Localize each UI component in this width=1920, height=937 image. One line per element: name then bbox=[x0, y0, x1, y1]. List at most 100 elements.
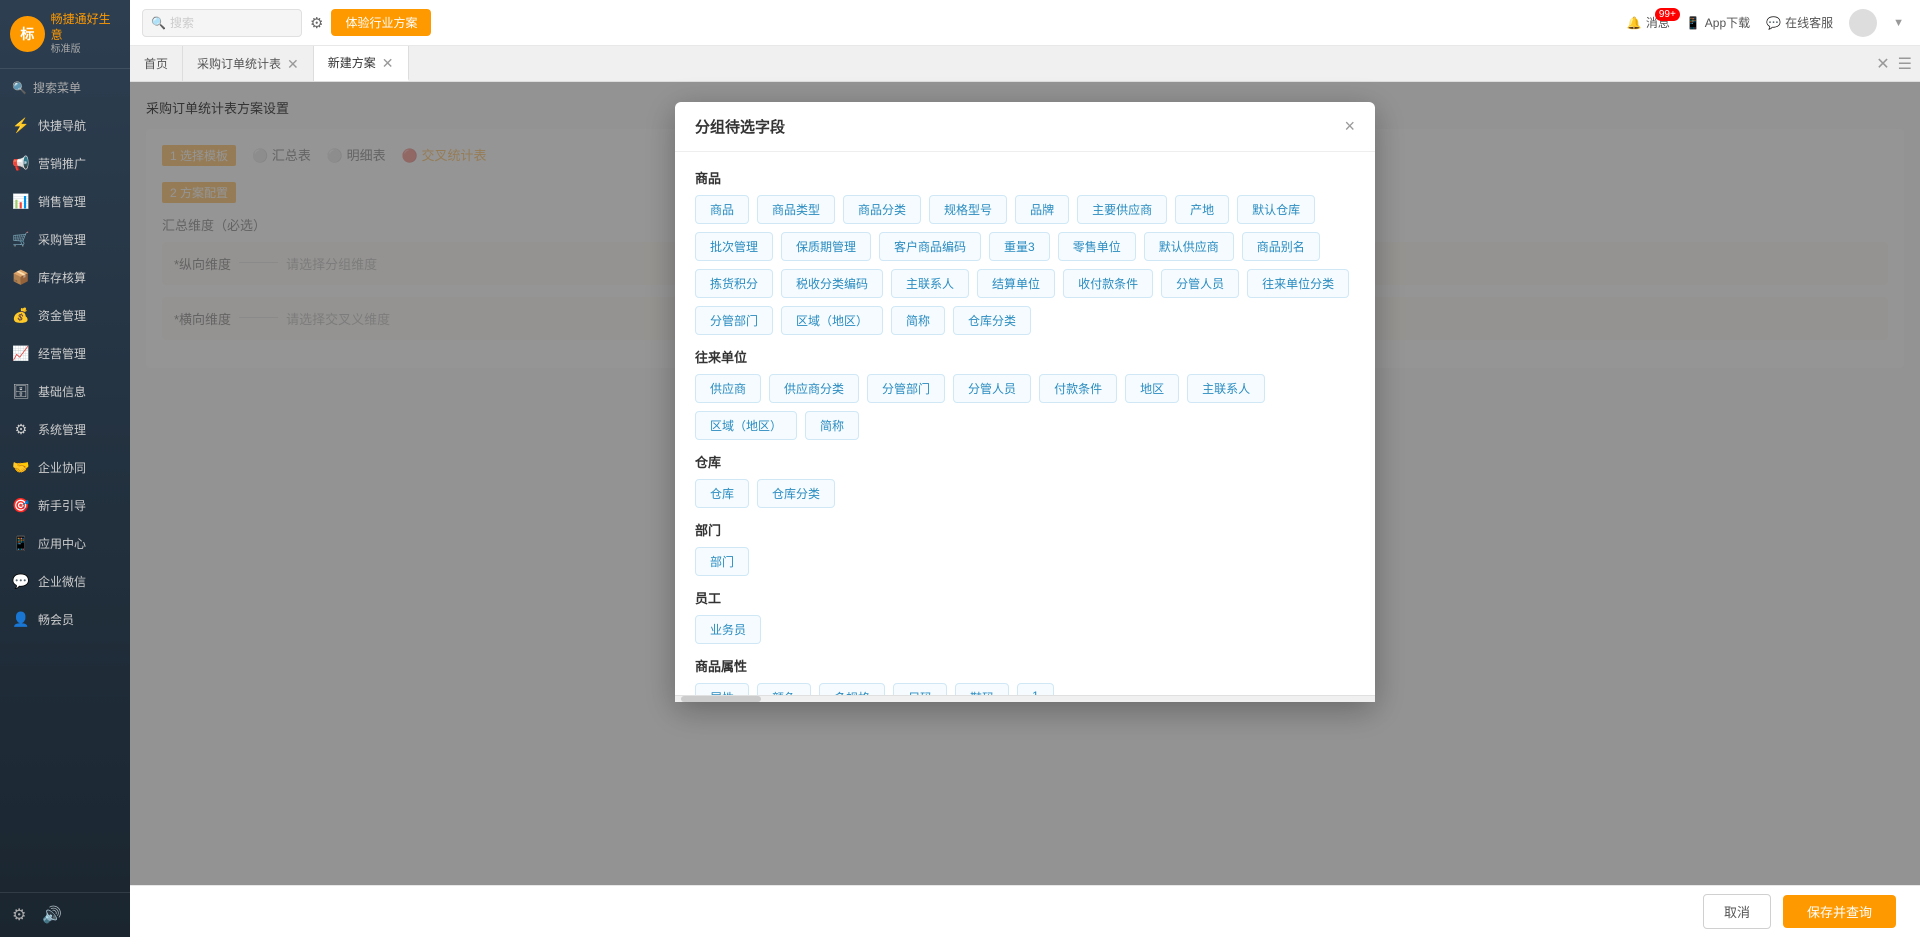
chevron-down-icon[interactable]: ▼ bbox=[1893, 17, 1904, 29]
sidebar-item-quick-nav[interactable]: ⚡快捷导航 bbox=[0, 106, 130, 144]
scrollbar-thumb[interactable] bbox=[681, 696, 761, 702]
tab-close-new-plan[interactable]: ✕ bbox=[382, 56, 394, 70]
field-chip-goods-0[interactable]: 商品 bbox=[695, 195, 749, 224]
field-grid-warehouse: 仓库仓库分类 bbox=[695, 479, 1355, 508]
field-chip-goods-21[interactable]: 往来单位分类 bbox=[1247, 269, 1349, 298]
volume-icon[interactable]: 🔊 bbox=[42, 905, 62, 925]
field-chip-warehouse-0[interactable]: 仓库 bbox=[695, 479, 749, 508]
field-chip-goods-4[interactable]: 品牌 bbox=[1015, 195, 1069, 224]
sidebar-item-marketing[interactable]: 📢营销推广 bbox=[0, 144, 130, 182]
field-chip-contacts-7[interactable]: 区域（地区） bbox=[695, 411, 797, 440]
field-chip-goods-6[interactable]: 产地 bbox=[1175, 195, 1229, 224]
sidebar-item-label: 销售管理 bbox=[38, 193, 86, 210]
field-chip-goods-14[interactable]: 商品别名 bbox=[1242, 232, 1320, 261]
field-chip-product-attr-5[interactable]: 1 bbox=[1017, 683, 1054, 695]
field-chip-goods-13[interactable]: 默认供应商 bbox=[1144, 232, 1234, 261]
field-chip-product-attr-0[interactable]: 属性 bbox=[695, 683, 749, 695]
sidebar-item-operations[interactable]: 📈经营管理 bbox=[0, 334, 130, 372]
field-chip-contacts-5[interactable]: 地区 bbox=[1125, 374, 1179, 403]
sidebar-item-corp-collab[interactable]: 🤝 企业协同 bbox=[0, 448, 130, 486]
field-chip-goods-3[interactable]: 规格型号 bbox=[929, 195, 1007, 224]
field-chip-product-attr-1[interactable]: 颜色 bbox=[757, 683, 811, 695]
modal-body[interactable]: 商品商品商品类型商品分类规格型号品牌主要供应商产地默认仓库批次管理保质期管理客户… bbox=[675, 152, 1375, 695]
field-chip-goods-7[interactable]: 默认仓库 bbox=[1237, 195, 1315, 224]
tabs-menu-icon[interactable]: ☰ bbox=[1898, 54, 1912, 74]
field-chip-goods-20[interactable]: 分管人员 bbox=[1161, 269, 1239, 298]
field-chip-goods-11[interactable]: 重量3 bbox=[989, 232, 1050, 261]
field-grid-employee: 业务员 bbox=[695, 615, 1355, 644]
sidebar-item-member[interactable]: 👤畅会员 bbox=[0, 600, 130, 638]
field-chip-product-attr-2[interactable]: 多规格 bbox=[819, 683, 885, 695]
field-chip-contacts-0[interactable]: 供应商 bbox=[695, 374, 761, 403]
field-chip-goods-15[interactable]: 拣货积分 bbox=[695, 269, 773, 298]
sidebar-item-inventory[interactable]: 📦库存核算 bbox=[0, 258, 130, 296]
corp-collab-icon: 🤝 bbox=[12, 458, 30, 476]
section-title-employee: 员工 bbox=[695, 588, 1355, 607]
section-title-product-attr: 商品属性 bbox=[695, 656, 1355, 675]
sidebar-item-wechat[interactable]: 💬企业微信 bbox=[0, 562, 130, 600]
sidebar-item-purchase[interactable]: 🛒采购管理 bbox=[0, 220, 130, 258]
sidebar-item-label: 畅会员 bbox=[38, 611, 74, 628]
search-box[interactable]: 🔍 搜索 bbox=[142, 9, 302, 37]
tab-label-home: 首页 bbox=[144, 55, 168, 72]
tab-home[interactable]: 首页 bbox=[130, 46, 183, 81]
field-chip-goods-10[interactable]: 客户商品编码 bbox=[879, 232, 981, 261]
online-service-item[interactable]: 💬 在线客服 bbox=[1766, 14, 1833, 31]
sidebar-item-label: 企业协同 bbox=[38, 459, 86, 476]
field-chip-goods-17[interactable]: 主联系人 bbox=[891, 269, 969, 298]
avatar[interactable] bbox=[1849, 9, 1877, 37]
sidebar-item-new-guide[interactable]: 🎯新手引导 bbox=[0, 486, 130, 524]
field-chip-goods-25[interactable]: 仓库分类 bbox=[953, 306, 1031, 335]
field-chip-employee-0[interactable]: 业务员 bbox=[695, 615, 761, 644]
field-chip-goods-8[interactable]: 批次管理 bbox=[695, 232, 773, 261]
field-chip-goods-23[interactable]: 区域（地区） bbox=[781, 306, 883, 335]
cancel-button[interactable]: 取消 bbox=[1703, 894, 1771, 929]
sidebar-item-finance[interactable]: 💰资金管理 bbox=[0, 296, 130, 334]
field-chip-goods-22[interactable]: 分管部门 bbox=[695, 306, 773, 335]
gear-icon[interactable]: ⚙ bbox=[310, 14, 323, 32]
field-chip-goods-2[interactable]: 商品分类 bbox=[843, 195, 921, 224]
field-chip-product-attr-3[interactable]: 尺码 bbox=[893, 683, 947, 695]
field-chip-goods-16[interactable]: 税收分类编码 bbox=[781, 269, 883, 298]
notification-item[interactable]: 🔔 消息 99+ bbox=[1627, 14, 1670, 31]
tab-label-purchase-stats: 采购订单统计表 bbox=[197, 55, 281, 72]
sidebar-item-app-center[interactable]: 📱应用中心 bbox=[0, 524, 130, 562]
horizontal-scrollbar[interactable] bbox=[675, 695, 1375, 702]
save-button[interactable]: 保存并查询 bbox=[1783, 895, 1896, 928]
field-chip-contacts-4[interactable]: 付款条件 bbox=[1039, 374, 1117, 403]
field-chip-goods-5[interactable]: 主要供应商 bbox=[1077, 195, 1167, 224]
section-title-dept: 部门 bbox=[695, 520, 1355, 539]
field-chip-contacts-1[interactable]: 供应商分类 bbox=[769, 374, 859, 403]
field-chip-contacts-8[interactable]: 简称 bbox=[805, 411, 859, 440]
sidebar-item-label: 基础信息 bbox=[38, 383, 86, 400]
modal-title: 分组待选字段 bbox=[695, 116, 785, 137]
tab-close-purchase-stats[interactable]: ✕ bbox=[287, 57, 299, 71]
tab-label-new-plan: 新建方案 bbox=[328, 54, 376, 71]
sidebar-item-system[interactable]: ⚙系统管理 bbox=[0, 410, 130, 448]
sidebar-item-basic-info[interactable]: 🗄基础信息 bbox=[0, 372, 130, 410]
field-chip-goods-24[interactable]: 简称 bbox=[891, 306, 945, 335]
tab-purchase-stats[interactable]: 采购订单统计表 ✕ bbox=[183, 46, 314, 81]
sidebar-item-sales[interactable]: 📊销售管理 bbox=[0, 182, 130, 220]
sidebar-search[interactable]: 🔍 搜索菜单 bbox=[0, 69, 130, 106]
service-icon: 💬 bbox=[1766, 16, 1781, 30]
tab-new-plan[interactable]: 新建方案 ✕ bbox=[314, 46, 409, 81]
field-chip-goods-18[interactable]: 结算单位 bbox=[977, 269, 1055, 298]
field-chip-warehouse-1[interactable]: 仓库分类 bbox=[757, 479, 835, 508]
trial-button[interactable]: 体验行业方案 bbox=[331, 9, 431, 36]
close-all-icon[interactable]: ✕ bbox=[1876, 54, 1889, 74]
field-chip-goods-12[interactable]: 零售单位 bbox=[1058, 232, 1136, 261]
field-chip-contacts-3[interactable]: 分管人员 bbox=[953, 374, 1031, 403]
field-chip-product-attr-4[interactable]: 鞋码 bbox=[955, 683, 1009, 695]
search-placeholder: 搜索 bbox=[170, 14, 194, 31]
field-chip-dept-0[interactable]: 部门 bbox=[695, 547, 749, 576]
field-chip-contacts-2[interactable]: 分管部门 bbox=[867, 374, 945, 403]
settings-icon[interactable]: ⚙ bbox=[12, 905, 26, 925]
field-chip-contacts-6[interactable]: 主联系人 bbox=[1187, 374, 1265, 403]
close-icon[interactable]: × bbox=[1344, 116, 1355, 137]
field-chip-goods-9[interactable]: 保质期管理 bbox=[781, 232, 871, 261]
app-center-icon: 📱 bbox=[12, 534, 30, 552]
field-chip-goods-19[interactable]: 收付款条件 bbox=[1063, 269, 1153, 298]
app-download-item[interactable]: 📱 App下载 bbox=[1686, 14, 1750, 31]
field-chip-goods-1[interactable]: 商品类型 bbox=[757, 195, 835, 224]
